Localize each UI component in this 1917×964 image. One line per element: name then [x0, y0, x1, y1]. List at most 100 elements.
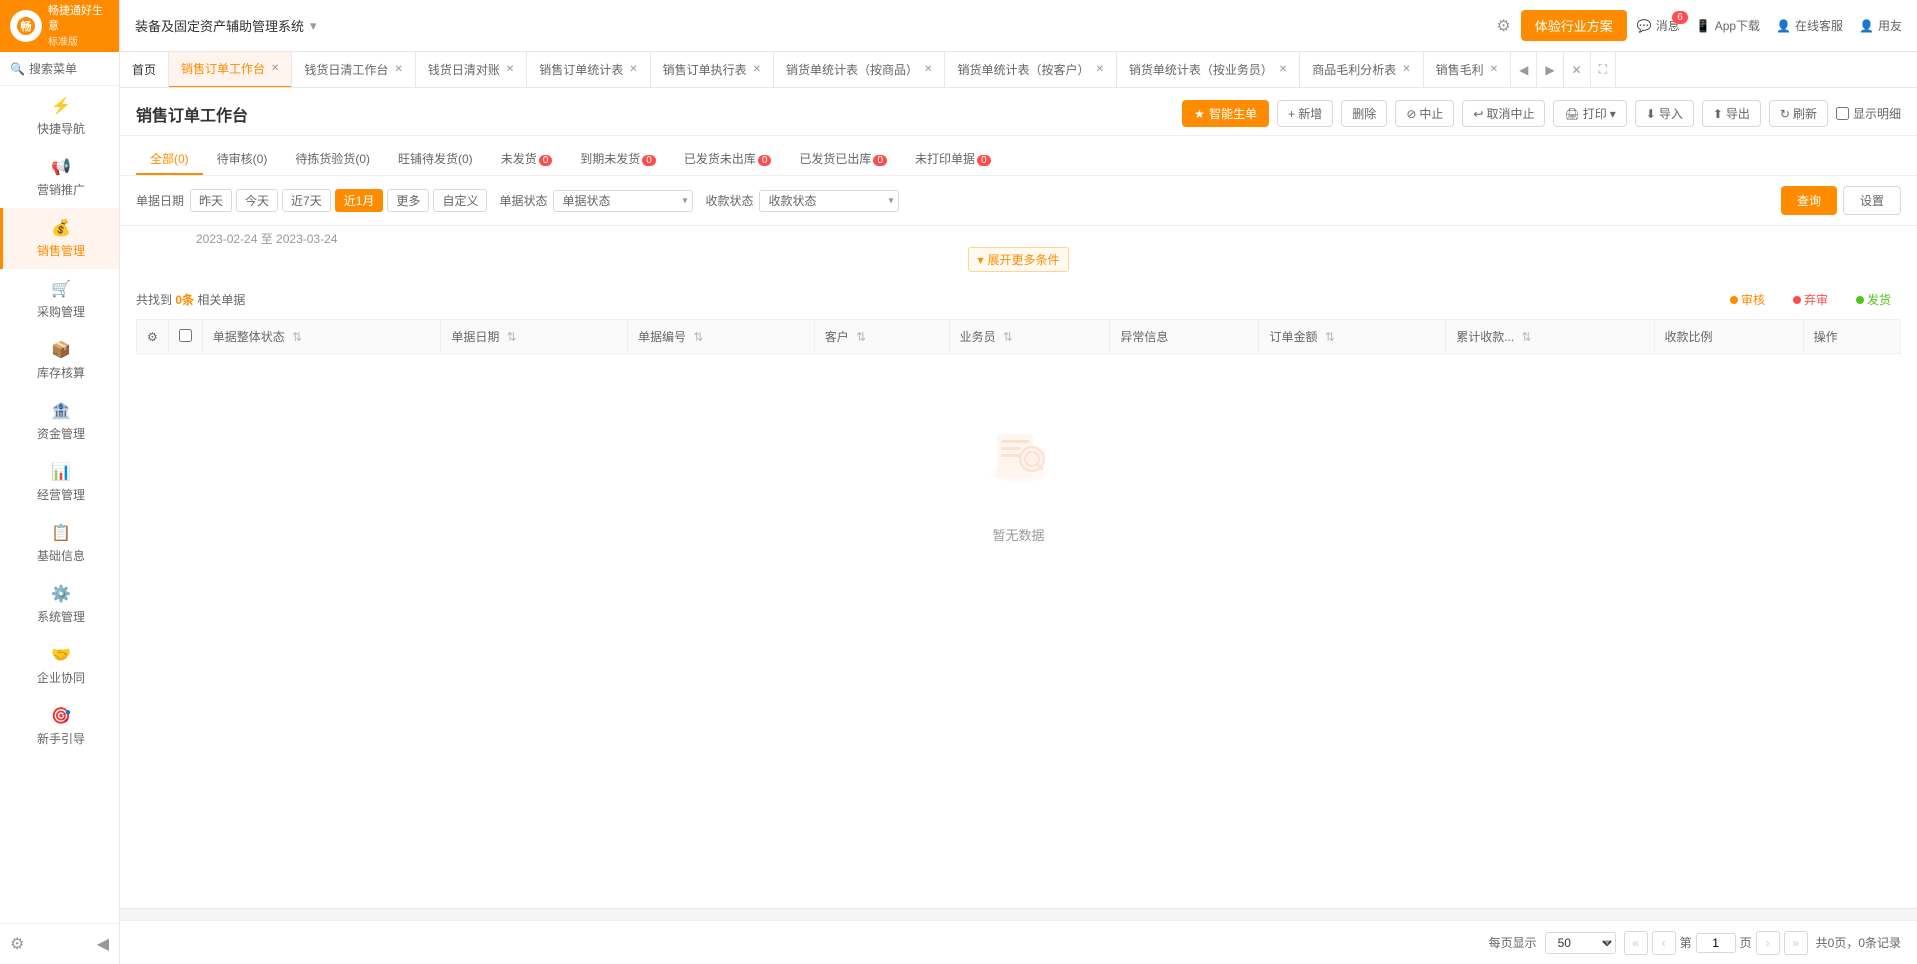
- status-select[interactable]: 单据状态: [553, 190, 693, 212]
- print-button[interactable]: 🖨 打印 ▾: [1553, 100, 1626, 127]
- tab-sales-more[interactable]: 销售毛利 ✕: [1424, 52, 1511, 88]
- tab-sales-by-customer[interactable]: 销货单统计表（按客户） ✕: [945, 52, 1116, 88]
- subtab-not-shipped[interactable]: 未发货0: [487, 144, 567, 175]
- sidebar-item-purchase[interactable]: 🛒 采购管理: [0, 269, 119, 330]
- tab-close-all-btn[interactable]: ✕: [1564, 52, 1591, 88]
- topbar-settings-icon[interactable]: ⚙: [1496, 16, 1510, 36]
- sidebar-item-quick[interactable]: ⚡ 快捷导航: [0, 86, 119, 147]
- page-next-btn[interactable]: ›: [1756, 931, 1780, 955]
- th-settings[interactable]: ⚙: [137, 320, 169, 354]
- sort-icon-amount[interactable]: ⇅: [1325, 330, 1335, 344]
- tab-cash-daily[interactable]: 钱货日清工作台 ✕: [292, 52, 415, 88]
- tab-sales-stats[interactable]: 销售订单统计表 ✕: [527, 52, 650, 88]
- sidebar-item-sales[interactable]: 💰 销售管理: [0, 208, 119, 269]
- sort-icon-status[interactable]: ⇅: [292, 330, 302, 344]
- tab-cash-daily-close[interactable]: ✕: [394, 64, 402, 75]
- tab-fullscreen-btn[interactable]: ⛶: [1591, 52, 1616, 88]
- date-btn-today[interactable]: 今天: [236, 189, 278, 212]
- tab-sales-stats-close[interactable]: ✕: [629, 64, 637, 75]
- tab-gross-profit-close[interactable]: ✕: [1402, 64, 1410, 75]
- page-size-select[interactable]: 50 10 20 100: [1545, 932, 1616, 954]
- review-button[interactable]: 审核: [1720, 288, 1775, 311]
- tab-sales-more-close[interactable]: ✕: [1490, 64, 1498, 75]
- tab-sales-by-staff[interactable]: 销货单统计表（按业务员） ✕: [1117, 52, 1300, 88]
- date-btn-custom[interactable]: 自定义: [433, 189, 487, 212]
- tab-sales-workbench[interactable]: 销售订单工作台 ✕: [169, 52, 292, 88]
- payment-select[interactable]: 收款状态: [759, 190, 899, 212]
- sort-icon-received[interactable]: ⇅: [1522, 330, 1532, 344]
- system-title-dropdown[interactable]: ▾: [310, 18, 317, 34]
- date-btn-1month[interactable]: 近1月: [335, 189, 384, 212]
- page-input[interactable]: [1696, 933, 1736, 953]
- cancel-stop-button[interactable]: ↩ 取消中止: [1462, 100, 1545, 127]
- page-last-btn[interactable]: »: [1784, 931, 1808, 955]
- sidebar-item-guide[interactable]: 🎯 新手引导: [0, 696, 119, 757]
- sort-icon-staff[interactable]: ⇅: [1003, 330, 1013, 344]
- sidebar-search[interactable]: 🔍 搜索菜单: [0, 52, 119, 86]
- subtab-not-printed[interactable]: 未打印单据0: [901, 144, 1005, 175]
- tab-next-btn[interactable]: ▶: [1537, 52, 1563, 88]
- sidebar-item-operation[interactable]: 📊 经营管理: [0, 452, 119, 513]
- collapse-icon[interactable]: ◀: [97, 934, 109, 954]
- online-service-item[interactable]: 👤 在线客服: [1776, 17, 1843, 34]
- sort-icon-number[interactable]: ⇅: [693, 330, 703, 344]
- subtab-shipped-out[interactable]: 已发货已出库0: [785, 144, 901, 175]
- sidebar-item-cooperation[interactable]: 🤝 企业协同: [0, 635, 119, 696]
- page-unit: 页: [1740, 934, 1752, 951]
- tab-sales-by-product[interactable]: 销货单统计表（按商品） ✕: [774, 52, 945, 88]
- user-item[interactable]: 👤 用友: [1859, 17, 1902, 34]
- message-item[interactable]: 💬 消息 6: [1637, 17, 1680, 34]
- page-prev-btn[interactable]: ‹: [1652, 931, 1676, 955]
- date-btn-yesterday[interactable]: 昨天: [190, 189, 232, 212]
- th-checkbox[interactable]: [168, 320, 202, 354]
- expand-filter-button[interactable]: ▾ 展开更多条件: [968, 247, 1068, 272]
- export-button[interactable]: ⬆ 导出: [1702, 100, 1761, 127]
- tab-sales-exec-close[interactable]: ✕: [753, 64, 761, 75]
- subtab-pending-inspect[interactable]: 待拣货验货(0): [281, 144, 384, 175]
- sidebar-item-marketing[interactable]: 📢 营销推广: [0, 147, 119, 208]
- tab-cash-account[interactable]: 钱货日清对账 ✕: [416, 52, 527, 88]
- select-all-checkbox[interactable]: [179, 329, 192, 342]
- subtab-wangpu[interactable]: 旺铺待发货(0): [384, 144, 487, 175]
- tab-sales-by-staff-label: 销货单统计表（按业务员）: [1129, 61, 1273, 78]
- query-button[interactable]: 查询: [1781, 186, 1837, 215]
- tab-sales-workbench-close[interactable]: ✕: [271, 63, 279, 74]
- subtab-overdue-not-shipped[interactable]: 到期未发货0: [566, 144, 670, 175]
- show-detail-checkbox[interactable]: 显示明细: [1836, 105, 1901, 122]
- tab-cash-account-close[interactable]: ✕: [506, 64, 514, 75]
- settings-icon[interactable]: ⚙: [10, 934, 24, 954]
- h-scrollbar[interactable]: [120, 908, 1917, 920]
- sidebar-item-system[interactable]: ⚙️ 系统管理: [0, 574, 119, 635]
- tab-sales-by-customer-close[interactable]: ✕: [1095, 64, 1103, 75]
- delete-button[interactable]: 删除: [1341, 100, 1387, 127]
- smart-gen-button[interactable]: ★ 智能生单: [1182, 100, 1269, 127]
- reject-button[interactable]: 弃审: [1783, 288, 1838, 311]
- tab-sales-by-product-close[interactable]: ✕: [924, 64, 932, 75]
- subtab-pending-review[interactable]: 待审核(0): [203, 144, 282, 175]
- page-first-btn[interactable]: «: [1624, 931, 1648, 955]
- tab-gross-profit[interactable]: 商品毛利分析表 ✕: [1300, 52, 1423, 88]
- add-button[interactable]: + 新增: [1277, 100, 1333, 127]
- solution-button[interactable]: 体验行业方案: [1521, 10, 1627, 41]
- tab-sales-by-staff-close[interactable]: ✕: [1279, 64, 1287, 75]
- set-button[interactable]: 设置: [1843, 186, 1901, 215]
- sort-icon-customer[interactable]: ⇅: [856, 330, 866, 344]
- sidebar-item-inventory[interactable]: 📦 库存核算: [0, 330, 119, 391]
- date-btn-more[interactable]: 更多: [387, 189, 429, 212]
- stop-button[interactable]: ⊘ 中止: [1395, 100, 1454, 127]
- logo-icon: 畅: [10, 10, 42, 42]
- sidebar-item-finance[interactable]: 🏦 资金管理: [0, 391, 119, 452]
- date-btn-7days[interactable]: 近7天: [282, 189, 331, 212]
- show-detail-input[interactable]: [1836, 107, 1849, 120]
- subtab-shipped-not-out[interactable]: 已发货未出库0: [670, 144, 786, 175]
- tab-prev-btn[interactable]: ◀: [1511, 52, 1537, 88]
- app-download-item[interactable]: 📱 App下载: [1696, 17, 1760, 34]
- import-button[interactable]: ⬇ 导入: [1635, 100, 1694, 127]
- tab-home[interactable]: 首页: [120, 52, 169, 88]
- tab-sales-exec[interactable]: 销售订单执行表 ✕: [651, 52, 774, 88]
- sort-icon-date[interactable]: ⇅: [507, 330, 517, 344]
- refresh-button[interactable]: ↻ 刷新: [1769, 100, 1828, 127]
- ship-button[interactable]: 发货: [1846, 288, 1901, 311]
- subtab-all[interactable]: 全部(0): [136, 144, 203, 175]
- sidebar-item-basic[interactable]: 📋 基础信息: [0, 513, 119, 574]
